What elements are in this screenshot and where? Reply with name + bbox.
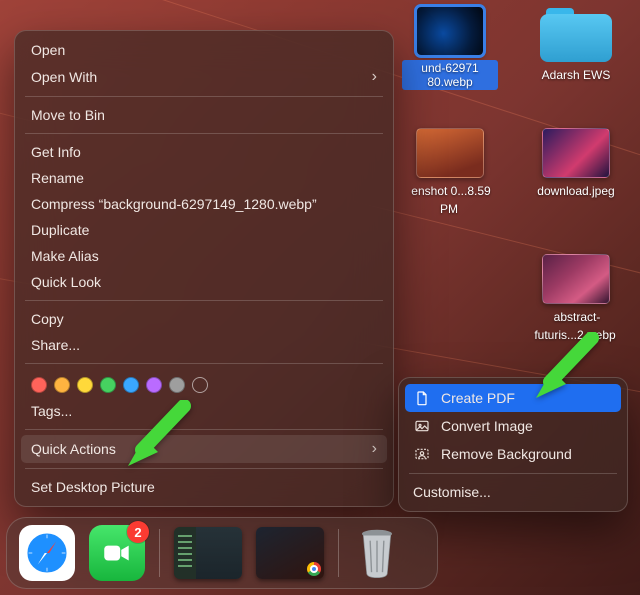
file-label: und-62971 80.webp bbox=[402, 60, 498, 90]
image-thumbnail bbox=[416, 6, 484, 56]
menu-separator bbox=[409, 473, 617, 474]
menu-item-label: Share... bbox=[31, 337, 80, 353]
tag-gray[interactable] bbox=[169, 377, 185, 393]
menu-item-make-alias[interactable]: Make Alias bbox=[15, 243, 393, 269]
tag-purple[interactable] bbox=[146, 377, 162, 393]
image-thumbnail bbox=[542, 128, 610, 178]
menu-item-label: Make Alias bbox=[31, 248, 99, 264]
submenu-convert-image[interactable]: Convert Image bbox=[399, 412, 627, 440]
dock-separator bbox=[338, 529, 339, 577]
menu-item-rename[interactable]: Rename bbox=[15, 165, 393, 191]
menu-item-copy[interactable]: Copy bbox=[15, 306, 393, 332]
tag-add[interactable] bbox=[192, 377, 208, 393]
menu-item-label: Quick Actions bbox=[31, 441, 116, 457]
menu-item-tags[interactable]: Tags... bbox=[15, 398, 393, 424]
menu-item-label: Quick Look bbox=[31, 274, 101, 290]
facetime-icon bbox=[100, 536, 134, 570]
context-menu: Open Open With › Move to Bin Get Info Ren… bbox=[14, 30, 394, 507]
menu-item-label: Copy bbox=[31, 311, 64, 327]
folder-label: Adarsh EWS bbox=[540, 68, 613, 82]
submenu-remove-background[interactable]: Remove Background bbox=[399, 440, 627, 468]
dock: 2 bbox=[6, 517, 438, 589]
menu-item-label: Rename bbox=[31, 170, 84, 186]
submenu-label: Convert Image bbox=[441, 418, 533, 434]
menu-item-open[interactable]: Open bbox=[15, 37, 393, 63]
menu-item-label: Set Desktop Picture bbox=[31, 479, 155, 495]
tag-row bbox=[15, 369, 393, 398]
document-icon bbox=[413, 389, 431, 407]
person-crop-icon bbox=[413, 445, 431, 463]
dock-minimized-window[interactable] bbox=[256, 527, 324, 579]
tag-yellow[interactable] bbox=[77, 377, 93, 393]
menu-item-label: Open With bbox=[31, 69, 97, 85]
menu-item-duplicate[interactable]: Duplicate bbox=[15, 217, 393, 243]
notification-badge: 2 bbox=[127, 521, 149, 543]
file-abstract-webp[interactable]: abstract- futuris...2.webp bbox=[528, 254, 624, 344]
tag-green[interactable] bbox=[100, 377, 116, 393]
menu-separator bbox=[25, 300, 383, 301]
tag-red[interactable] bbox=[31, 377, 47, 393]
menu-separator bbox=[25, 133, 383, 134]
submenu-label: Create PDF bbox=[441, 390, 515, 406]
menu-item-move-to-bin[interactable]: Move to Bin bbox=[15, 102, 393, 128]
menu-item-set-desktop-picture[interactable]: Set Desktop Picture bbox=[15, 474, 393, 500]
trash-icon bbox=[355, 527, 399, 579]
menu-item-label: Open bbox=[31, 42, 65, 58]
menu-item-compress[interactable]: Compress “background-6297149_1280.webp” bbox=[15, 191, 393, 217]
submenu-label: Customise... bbox=[413, 484, 491, 500]
submenu-label: Remove Background bbox=[441, 446, 572, 462]
image-thumbnail bbox=[542, 254, 610, 304]
menu-item-quick-look[interactable]: Quick Look bbox=[15, 269, 393, 295]
annotation-arrow bbox=[124, 400, 194, 474]
menu-item-label: Tags... bbox=[31, 403, 72, 419]
tag-orange[interactable] bbox=[54, 377, 70, 393]
file-background-webp[interactable]: und-62971 80.webp bbox=[402, 6, 498, 91]
menu-item-get-info[interactable]: Get Info bbox=[15, 139, 393, 165]
file-screenshot[interactable]: enshot 0...8.59 PM bbox=[402, 128, 498, 218]
menu-separator bbox=[25, 429, 383, 430]
file-label: download.jpeg bbox=[535, 184, 616, 198]
chevron-right-icon: › bbox=[372, 440, 377, 458]
chrome-icon bbox=[307, 562, 321, 576]
tag-blue[interactable] bbox=[123, 377, 139, 393]
menu-item-label: Compress “background-6297149_1280.webp” bbox=[31, 196, 317, 212]
file-download-jpeg[interactable]: download.jpeg bbox=[528, 128, 624, 200]
dock-trash[interactable] bbox=[353, 526, 401, 580]
menu-separator bbox=[25, 363, 383, 364]
menu-separator bbox=[25, 468, 383, 469]
menu-item-label: Duplicate bbox=[31, 222, 89, 238]
menu-item-label: Move to Bin bbox=[31, 107, 105, 123]
menu-separator bbox=[25, 96, 383, 97]
file-label: enshot 0...8.59 PM bbox=[409, 184, 490, 216]
menu-item-open-with[interactable]: Open With › bbox=[15, 63, 393, 91]
folder-icon bbox=[540, 6, 612, 62]
image-thumbnail bbox=[416, 128, 484, 178]
menu-item-label: Get Info bbox=[31, 144, 81, 160]
dock-app-safari[interactable] bbox=[19, 525, 75, 581]
dock-minimized-window[interactable] bbox=[174, 527, 242, 579]
menu-item-share[interactable]: Share... bbox=[15, 332, 393, 358]
safari-icon bbox=[24, 530, 70, 576]
dock-separator bbox=[159, 529, 160, 577]
image-icon bbox=[413, 417, 431, 435]
dock-app-facetime[interactable]: 2 bbox=[89, 525, 145, 581]
annotation-arrow bbox=[532, 332, 602, 406]
chevron-right-icon: › bbox=[372, 68, 377, 86]
submenu-customise[interactable]: Customise... bbox=[399, 479, 627, 505]
menu-item-quick-actions[interactable]: Quick Actions › bbox=[21, 435, 387, 463]
folder-adarsh-ews[interactable]: Adarsh EWS bbox=[528, 6, 624, 84]
